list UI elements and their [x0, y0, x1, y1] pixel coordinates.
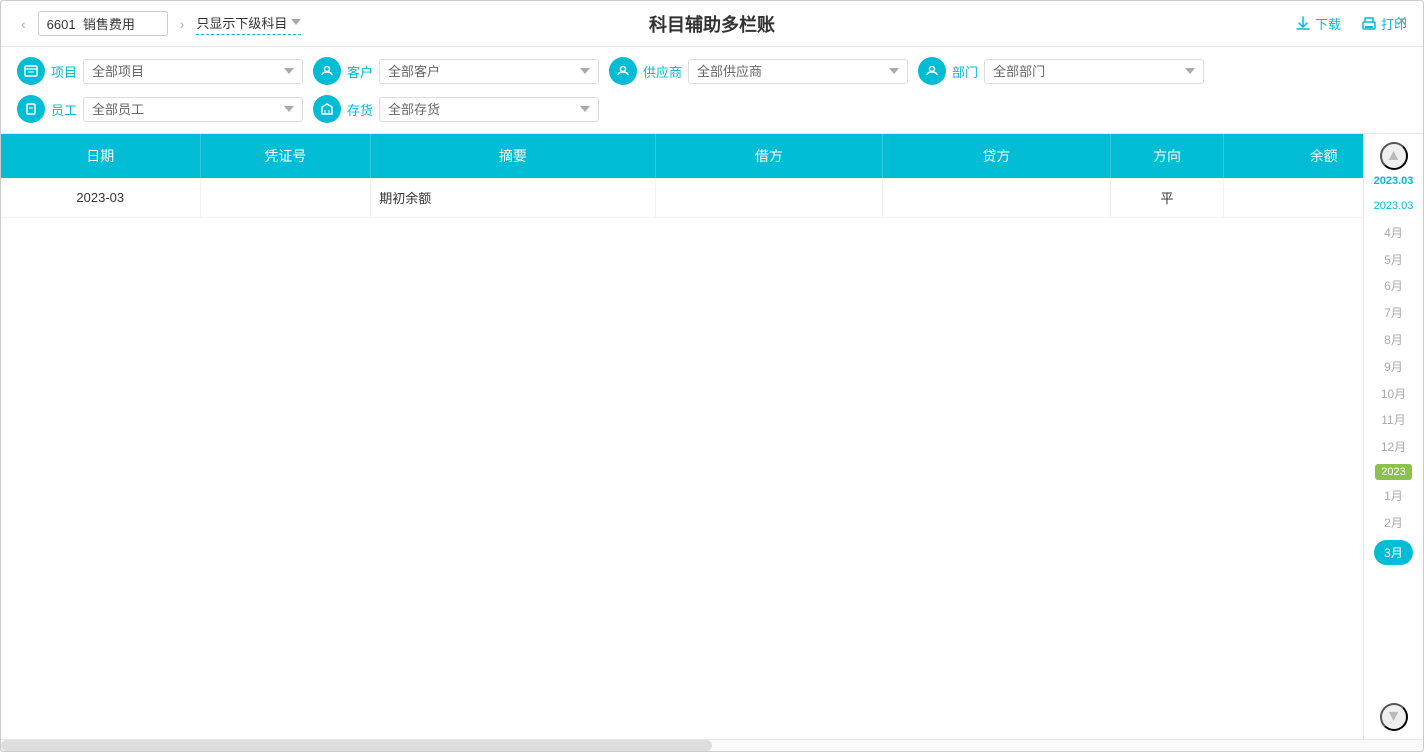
filter-inventory: 存货 全部存货	[313, 95, 599, 123]
page-title: 科目辅助多栏账	[649, 11, 775, 37]
table-wrap: 日期 凭证号 摘要 借方 贷方 方向 余额 2023-03 期初余额	[1, 134, 1423, 739]
cell-voucher	[200, 178, 371, 218]
timeline-panel: ▲ 2023.03 2023.03 4月 5月 6月 7月 8月 9月 10月 …	[1363, 134, 1423, 739]
timeline-item-9[interactable]: 9月	[1364, 355, 1423, 380]
inventory-icon	[313, 95, 341, 123]
filter-department: 部门 全部部门	[918, 57, 1204, 85]
year-badge[interactable]: 2023	[1375, 464, 1411, 480]
department-label: 部门	[952, 62, 978, 81]
chevron-down-icon	[291, 19, 301, 25]
timeline-item-10[interactable]: 10月	[1364, 382, 1423, 407]
col-voucher: 凭证号	[200, 134, 371, 178]
employee-icon	[17, 95, 45, 123]
timeline-item-8[interactable]: 8月	[1364, 328, 1423, 353]
table-row: 2023-03 期初余额 平	[1, 178, 1423, 218]
customer-icon	[313, 57, 341, 85]
nav-next-button[interactable]: ›	[176, 14, 189, 34]
filter-employee: 员工 全部员工	[17, 95, 303, 123]
timeline-item-mar-active[interactable]: 3月	[1374, 540, 1413, 565]
customer-select[interactable]: 全部客户	[379, 59, 599, 84]
timeline-up-button[interactable]: ▲	[1380, 142, 1408, 170]
filter-bar: 项目 全部项目 客户 全部客户 供应商 全部供应商	[1, 47, 1423, 134]
timeline-item-selected-1[interactable]: 2023.03	[1364, 170, 1423, 193]
close-button[interactable]: ×	[1396, 11, 1407, 32]
download-icon	[1295, 16, 1311, 32]
col-date: 日期	[1, 134, 200, 178]
project-icon	[17, 57, 45, 85]
department-icon	[918, 57, 946, 85]
cell-debit	[655, 178, 883, 218]
inventory-label: 存货	[347, 100, 373, 119]
timeline-item-6[interactable]: 6月	[1364, 274, 1423, 299]
timeline-item-12[interactable]: 12月	[1364, 435, 1423, 460]
download-button[interactable]: 下载	[1295, 14, 1341, 33]
title-bar: ‹ › 只显示下级科目 科目辅助多栏账 下载 打印 ×	[1, 1, 1423, 47]
cell-direction: 平	[1110, 178, 1224, 218]
col-debit: 借方	[655, 134, 883, 178]
scroll-bar-thumb	[1, 740, 712, 751]
employee-label: 员工	[51, 100, 77, 119]
timeline-item-7[interactable]: 7月	[1364, 301, 1423, 326]
account-code-input[interactable]	[38, 11, 168, 36]
show-sub-select[interactable]: 只显示下级科目	[196, 13, 301, 35]
employee-select[interactable]: 全部员工	[83, 97, 303, 122]
timeline-down-button[interactable]: ▼	[1380, 703, 1408, 731]
supplier-icon	[609, 57, 637, 85]
cell-summary: 期初余额	[371, 178, 655, 218]
inventory-select[interactable]: 全部存货	[379, 97, 599, 122]
col-credit: 贷方	[883, 134, 1111, 178]
timeline-item-11[interactable]: 11月	[1364, 408, 1423, 433]
department-select[interactable]: 全部部门	[984, 59, 1204, 84]
main-window: ‹ › 只显示下级科目 科目辅助多栏账 下载 打印 ×	[0, 0, 1424, 752]
timeline-item-5[interactable]: 5月	[1364, 248, 1423, 273]
timeline-items: 2023.03 2023.03 4月 5月 6月 7月 8月 9月 10月 11…	[1364, 170, 1423, 703]
project-label: 项目	[51, 62, 77, 81]
project-select[interactable]: 全部项目	[83, 59, 303, 84]
cell-date: 2023-03	[1, 178, 200, 218]
col-summary: 摘要	[371, 134, 655, 178]
title-right: 下载 打印	[1295, 14, 1407, 33]
customer-label: 客户	[347, 62, 373, 81]
nav-prev-button[interactable]: ‹	[17, 14, 30, 34]
title-left: ‹ › 只显示下级科目	[17, 11, 301, 36]
cell-credit	[883, 178, 1111, 218]
filter-project: 项目 全部项目	[17, 57, 303, 85]
supplier-label: 供应商	[643, 62, 682, 81]
supplier-select[interactable]: 全部供应商	[688, 59, 908, 84]
print-icon	[1361, 16, 1377, 32]
filter-supplier: 供应商 全部供应商	[609, 57, 908, 85]
timeline-item-feb[interactable]: 2月	[1364, 511, 1423, 536]
ledger-table: 日期 凭证号 摘要 借方 贷方 方向 余额 2023-03 期初余额	[1, 134, 1423, 218]
filter-customer: 客户 全部客户	[313, 57, 599, 85]
timeline-item-selected-2[interactable]: 2023.03	[1364, 195, 1423, 218]
timeline-item-4[interactable]: 4月	[1364, 221, 1423, 246]
show-sub-label: 只显示下级科目	[196, 13, 287, 32]
timeline-item-jan[interactable]: 1月	[1364, 484, 1423, 509]
scroll-bar[interactable]	[1, 739, 1423, 751]
col-direction: 方向	[1110, 134, 1224, 178]
